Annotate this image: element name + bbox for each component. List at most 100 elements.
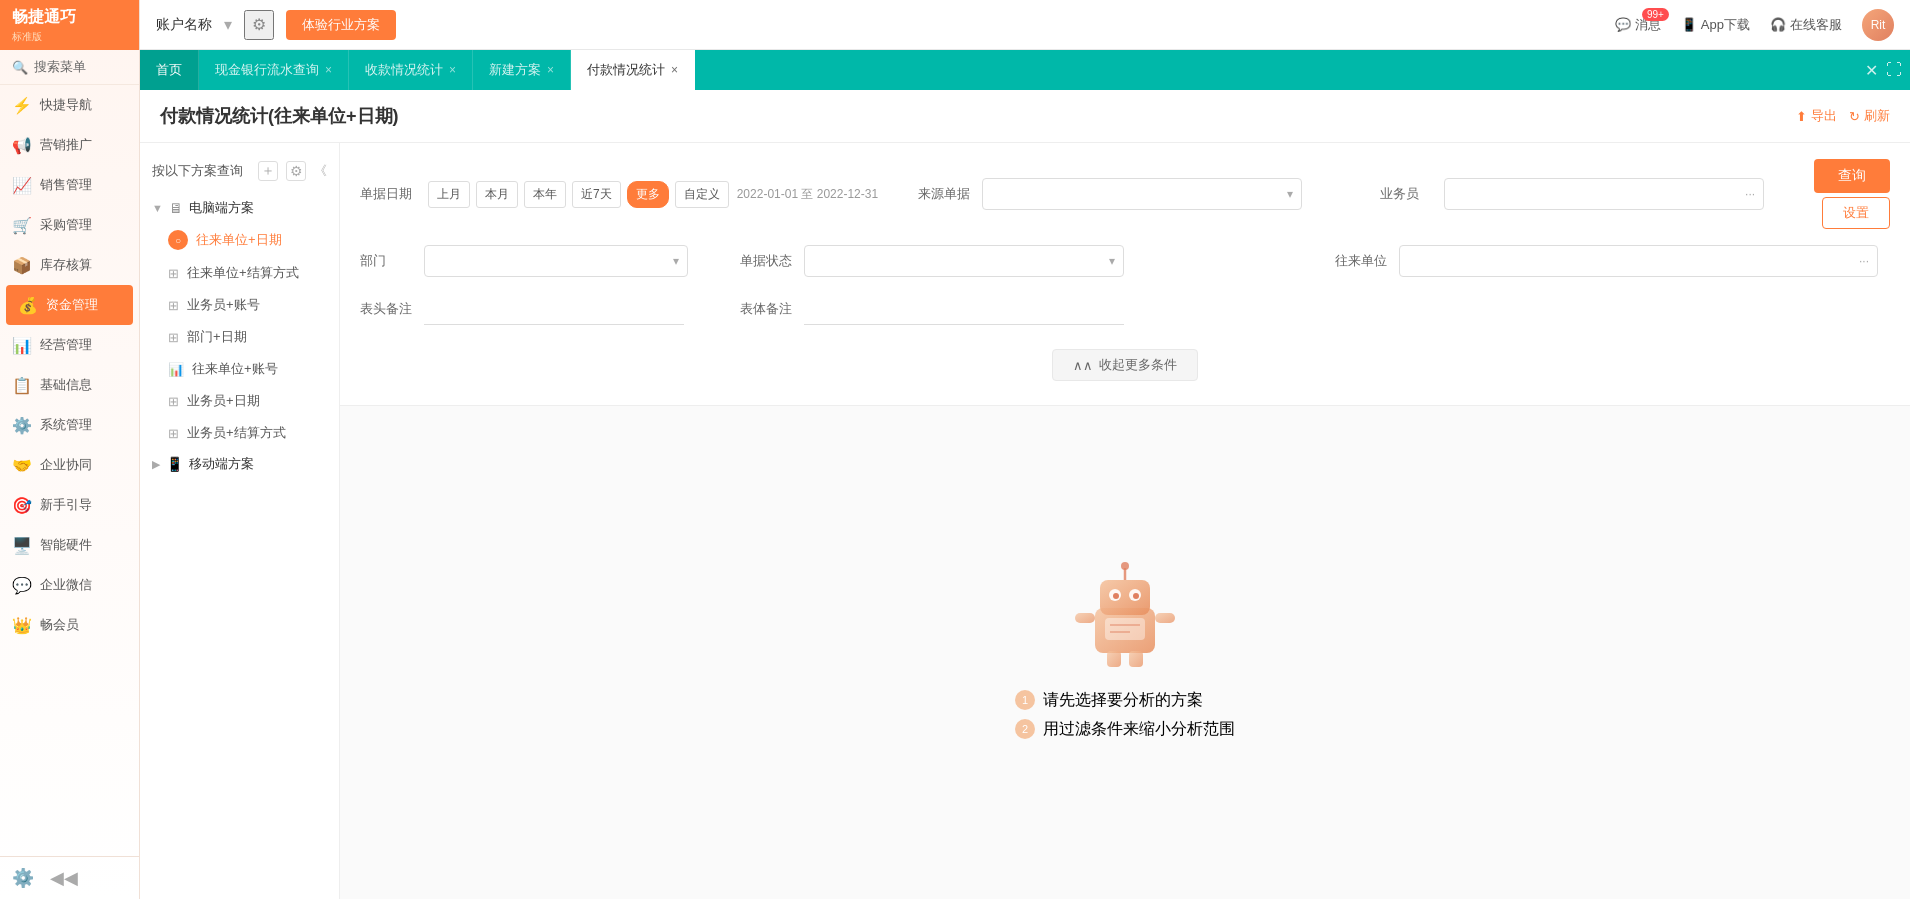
dept-select[interactable]: ▾: [424, 245, 688, 277]
date-buttons: 上月 本月 本年 近7天 更多 自定义: [428, 181, 729, 208]
svg-rect-10: [1107, 651, 1121, 667]
sidebar: 畅捷通巧 标准版 🔍 搜索菜单 ⚡ 快捷导航 📢 营销推广 📈 销售管理 🛒 采…: [0, 0, 140, 899]
date-btn-this-month[interactable]: 本月: [476, 181, 518, 208]
search-menu[interactable]: 🔍 搜索菜单: [0, 50, 139, 85]
date-btn-this-year[interactable]: 本年: [524, 181, 566, 208]
sidebar-item-cooperation[interactable]: 🤝 企业协同: [0, 445, 139, 485]
sidebar-item-wechat[interactable]: 💬 企业微信: [0, 565, 139, 605]
active-indicator: ○: [168, 230, 188, 250]
settings-bottom-icon[interactable]: ⚙️: [12, 867, 34, 889]
maximize-icon[interactable]: ⛶: [1886, 61, 1902, 79]
scheme-item-staff-account[interactable]: ⊞ 业务员+账号: [140, 289, 339, 321]
tab-receipt-stats-close[interactable]: ×: [449, 63, 456, 77]
page-actions: ⬆ 导出 ↻ 刷新: [1796, 107, 1890, 125]
step-1-num: 1: [1015, 690, 1035, 710]
sidebar-item-basic-info[interactable]: 📋 基础信息: [0, 365, 139, 405]
tab-home[interactable]: 首页: [140, 50, 199, 90]
app-logo: 畅捷通巧 标准版: [0, 0, 139, 50]
header-gear-button[interactable]: ⚙: [244, 10, 274, 40]
contact-filter-col: 往来单位 ···: [1335, 245, 1890, 277]
scheme-contact-settle-label: 往来单位+结算方式: [187, 264, 299, 282]
export-button[interactable]: ⬆ 导出: [1796, 107, 1837, 125]
scheme-desktop-group: ▼ 🖥 电脑端方案 ○ 往来单位+日期 ⊞ 往来单位+结算方式 ⊞ 业务员+账号: [140, 193, 339, 449]
sidebar-item-inventory[interactable]: 📦 库存核算: [0, 245, 139, 285]
export-label: 导出: [1811, 107, 1837, 125]
scheme-label: 按以下方案查询: [152, 162, 250, 180]
date-btn-last-month[interactable]: 上月: [428, 181, 470, 208]
scheme-add-button[interactable]: ＋: [258, 161, 278, 181]
contact-select[interactable]: ···: [1399, 245, 1878, 277]
trial-button[interactable]: 体验行业方案: [286, 10, 396, 40]
tab-bank-flow-label: 现金银行流水查询: [215, 61, 319, 79]
messages-button[interactable]: 💬 消息 99+: [1615, 16, 1661, 34]
sidebar-item-quick-nav[interactable]: ⚡ 快捷导航: [0, 85, 139, 125]
scheme-gear-button[interactable]: ⚙: [286, 161, 306, 181]
results-area: 1 请先选择要分析的方案 2 用过滤条件来缩小分析范围: [340, 406, 1910, 899]
date-btn-more[interactable]: 更多: [627, 181, 669, 208]
wechat-icon: 💬: [12, 575, 32, 595]
scheme-item-staff-date[interactable]: ⊞ 业务员+日期: [140, 385, 339, 417]
scheme-desktop-title[interactable]: ▼ 🖥 电脑端方案: [140, 193, 339, 223]
sidebar-item-label: 快捷导航: [40, 96, 92, 114]
tab-new-scheme-close[interactable]: ×: [547, 63, 554, 77]
query-button[interactable]: 查询: [1814, 159, 1890, 193]
refresh-button[interactable]: ↻ 刷新: [1849, 107, 1890, 125]
date-btn-last-7days[interactable]: 近7天: [572, 181, 621, 208]
scheme-item-contact-date[interactable]: ○ 往来单位+日期: [140, 223, 339, 257]
sidebar-item-system[interactable]: ⚙️ 系统管理: [0, 405, 139, 445]
svg-rect-8: [1075, 613, 1095, 623]
header-left: 账户名称 ▾ ⚙ 体验行业方案: [156, 10, 396, 40]
date-btn-custom[interactable]: 自定义: [675, 181, 729, 208]
header-note-input[interactable]: [424, 293, 684, 325]
collapse-sidebar-icon[interactable]: ◀◀: [50, 867, 78, 889]
body-note-input[interactable]: [804, 293, 1124, 325]
staff-select[interactable]: ···: [1444, 178, 1764, 210]
sidebar-item-finance[interactable]: 💰 资金管理: [6, 285, 133, 325]
sidebar-item-marketing[interactable]: 📢 营销推广: [0, 125, 139, 165]
tab-payment-stats-close[interactable]: ×: [671, 63, 678, 77]
settings-button[interactable]: 设置: [1822, 197, 1890, 229]
tab-bank-flow[interactable]: 现金银行流水查询 ×: [199, 50, 349, 90]
dept-select-arrow: ▾: [673, 254, 679, 268]
app-download-label: App下载: [1701, 16, 1750, 34]
scheme-item-dept-date[interactable]: ⊞ 部门+日期: [140, 321, 339, 353]
account-dropdown-icon[interactable]: ▾: [224, 15, 232, 34]
sidebar-item-sales[interactable]: 📈 销售管理: [0, 165, 139, 205]
tab-payment-stats[interactable]: 付款情况统计 ×: [571, 50, 695, 90]
tab-receipt-stats[interactable]: 收款情况统计 ×: [349, 50, 473, 90]
source-filter-col: 来源单据 ▾: [918, 178, 1340, 210]
scheme-collapse-button[interactable]: 《: [314, 162, 327, 180]
staff-filter-col: 业务员 ···: [1380, 178, 1802, 210]
sidebar-item-operation[interactable]: 📊 经营管理: [0, 325, 139, 365]
scheme-panel-header: 按以下方案查询 ＋ ⚙ 《: [140, 153, 339, 189]
source-select-arrow: ▾: [1287, 187, 1293, 201]
sidebar-item-member[interactable]: 👑 畅会员: [0, 605, 139, 645]
source-select[interactable]: ▾: [982, 178, 1302, 210]
scheme-mobile-group[interactable]: ▶ 📱 移动端方案: [140, 449, 339, 479]
tab-new-scheme[interactable]: 新建方案 ×: [473, 50, 571, 90]
doc-status-arrow: ▾: [1109, 254, 1115, 268]
sidebar-item-purchase[interactable]: 🛒 采购管理: [0, 205, 139, 245]
sidebar-item-hardware[interactable]: 🖥️ 智能硬件: [0, 525, 139, 565]
doc-status-select[interactable]: ▾: [804, 245, 1124, 277]
sidebar-item-label: 企业协同: [40, 456, 92, 474]
scheme-item-contact-settle[interactable]: ⊞ 往来单位+结算方式: [140, 257, 339, 289]
refresh-label: 刷新: [1864, 107, 1890, 125]
sidebar-item-guide[interactable]: 🎯 新手引导: [0, 485, 139, 525]
collapse-conditions-button[interactable]: ∧∧ 收起更多条件: [1052, 349, 1198, 381]
mobile-icon: 📱: [166, 456, 183, 472]
app-download-button[interactable]: 📱 App下载: [1681, 16, 1750, 34]
tab-bank-flow-close[interactable]: ×: [325, 63, 332, 77]
empty-hint-1-text: 请先选择要分析的方案: [1043, 690, 1203, 711]
scheme-item-staff-settle[interactable]: ⊞ 业务员+结算方式: [140, 417, 339, 449]
scheme-staff-settle-label: 业务员+结算方式: [187, 424, 286, 442]
sidebar-item-label: 企业微信: [40, 576, 92, 594]
online-service-button[interactable]: 🎧 在线客服: [1770, 16, 1842, 34]
close-all-tabs-icon[interactable]: ✕: [1865, 61, 1878, 80]
download-icon: 📱: [1681, 17, 1697, 32]
user-avatar[interactable]: Rit: [1862, 9, 1894, 41]
tab-new-scheme-label: 新建方案: [489, 61, 541, 79]
svg-rect-11: [1129, 651, 1143, 667]
svg-rect-12: [1105, 618, 1145, 640]
scheme-item-contact-account[interactable]: 📊 往来单位+账号: [140, 353, 339, 385]
